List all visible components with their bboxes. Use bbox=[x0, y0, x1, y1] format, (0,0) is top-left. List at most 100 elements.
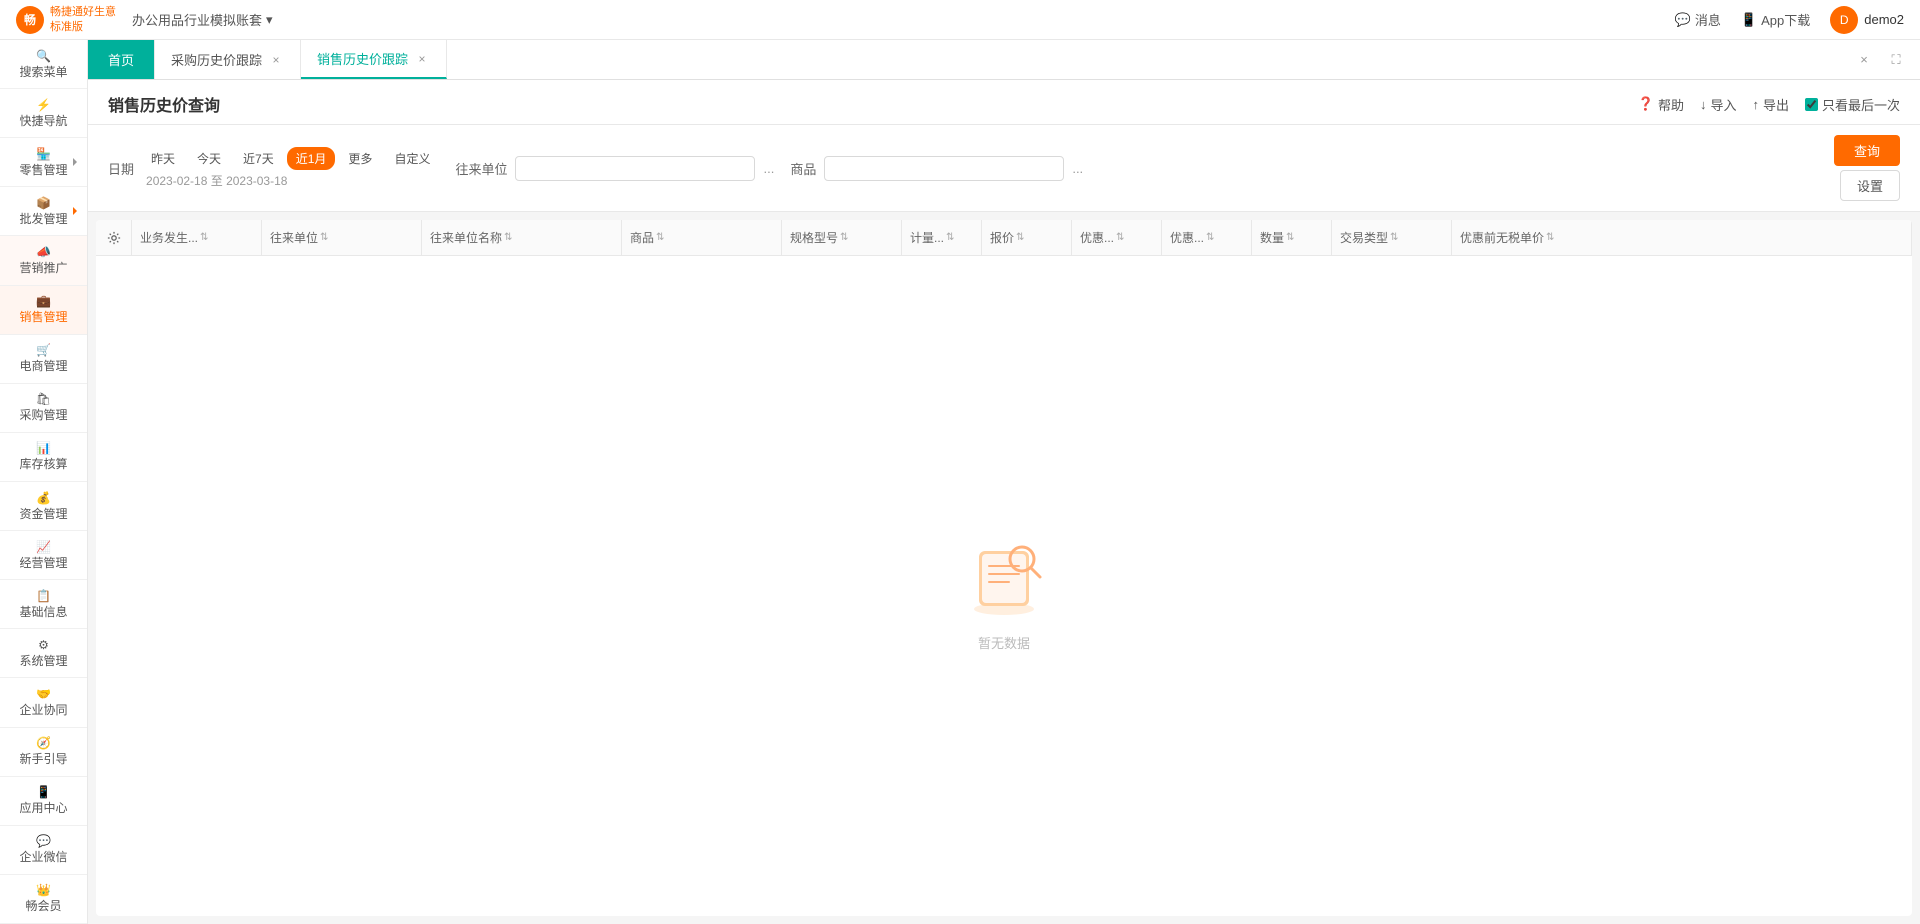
only-last-checkbox[interactable] bbox=[1805, 98, 1818, 111]
sort-icon-unit: ⇅ bbox=[320, 232, 328, 243]
sidebar-item-marketing[interactable]: 📣 营销推广 bbox=[0, 236, 87, 285]
sidebar-item-guide[interactable]: 🧭 新手引导 bbox=[0, 728, 87, 777]
sidebar-item-ecom[interactable]: 🛒 电商管理 bbox=[0, 335, 87, 384]
tab-close-all-btn[interactable]: × bbox=[1852, 48, 1876, 72]
th-spec[interactable]: 规格型号 ⇅ bbox=[782, 220, 902, 255]
top-bar-left: 畅 畅捷通好生意 标准版 办公用品行业模拟账套 ▾ bbox=[16, 5, 281, 34]
header-actions: ❓ 帮助 ↓ 导入 ↑ 导出 只看最后一次 bbox=[1638, 95, 1900, 114]
date-btn-yesterday[interactable]: 昨天 bbox=[142, 147, 184, 170]
tab-home[interactable]: 首页 bbox=[88, 40, 155, 79]
sidebar-item-search[interactable]: 🔍 搜索菜单 bbox=[0, 40, 87, 89]
unit-dots-btn[interactable]: ... bbox=[763, 161, 774, 176]
tab-sales[interactable]: 销售历史价跟踪 × bbox=[301, 40, 447, 79]
unit-label: 往来单位 bbox=[455, 159, 507, 178]
th-discount1[interactable]: 优惠... ⇅ bbox=[1072, 220, 1162, 255]
th-discount2[interactable]: 优惠... ⇅ bbox=[1162, 220, 1252, 255]
unit-filter-group: 往来单位 ... bbox=[455, 156, 774, 181]
user-area[interactable]: D demo2 bbox=[1830, 6, 1904, 34]
unit-input[interactable] bbox=[515, 156, 755, 181]
lightning-icon: ⚡ bbox=[36, 98, 51, 112]
export-btn[interactable]: ↑ 导出 bbox=[1752, 95, 1789, 114]
sort-icon-trade: ⇅ bbox=[1390, 232, 1398, 243]
sidebar-item-basic[interactable]: 📋 基础信息 bbox=[0, 580, 87, 629]
sidebar-item-shortcut[interactable]: ⚡ 快捷导航 bbox=[0, 89, 87, 138]
empty-state: 暂无数据 bbox=[96, 256, 1912, 916]
th-unit-name[interactable]: 往来单位名称 ⇅ bbox=[422, 220, 622, 255]
retail-icon: 🏪 bbox=[36, 147, 51, 161]
date-btn-custom[interactable]: 自定义 bbox=[385, 147, 439, 170]
sidebar-item-enterprise[interactable]: 🤝 企业协同 bbox=[0, 678, 87, 727]
sort-icon-notax: ⇅ bbox=[1546, 232, 1554, 243]
tab-bar-actions: × ⛶ bbox=[1852, 40, 1920, 79]
sidebar-item-appstore[interactable]: 📱 应用中心 bbox=[0, 777, 87, 826]
member-icon: 👑 bbox=[36, 883, 51, 897]
import-btn[interactable]: ↓ 导入 bbox=[1700, 95, 1737, 114]
logo-area: 畅 畅捷通好生意 标准版 bbox=[16, 5, 116, 34]
date-label: 日期 bbox=[108, 159, 134, 178]
sidebar-item-retail[interactable]: 🏪 零售管理 bbox=[0, 138, 87, 187]
sidebar-item-system[interactable]: ⚙ 系统管理 bbox=[0, 629, 87, 678]
help-btn[interactable]: ❓ 帮助 bbox=[1638, 95, 1684, 114]
app-download-action[interactable]: 📱 App下载 bbox=[1741, 10, 1810, 29]
sidebar-item-sales-mgmt[interactable]: 💼 销售管理 bbox=[0, 286, 87, 335]
th-qty[interactable]: 数量 ⇅ bbox=[1252, 220, 1332, 255]
goods-input[interactable] bbox=[824, 156, 1064, 181]
th-settings[interactable] bbox=[96, 220, 132, 255]
import-icon: ↓ bbox=[1700, 97, 1707, 112]
download-icon: 📱 bbox=[1741, 12, 1757, 28]
date-btn-today[interactable]: 今天 bbox=[188, 147, 230, 170]
sidebar-item-member[interactable]: 👑 畅会员 bbox=[0, 875, 87, 924]
sidebar-item-operations[interactable]: 📈 经营管理 bbox=[0, 531, 87, 580]
tab-purchase[interactable]: 采购历史价跟踪 × bbox=[155, 40, 301, 79]
sort-icon-date: ⇅ bbox=[200, 232, 208, 243]
export-icon: ↑ bbox=[1752, 97, 1759, 112]
th-trade[interactable]: 交易类型 ⇅ bbox=[1332, 220, 1452, 255]
message-action[interactable]: 💬 消息 bbox=[1675, 10, 1721, 29]
th-date[interactable]: 业务发生... ⇅ bbox=[132, 220, 262, 255]
th-calc[interactable]: 计量... ⇅ bbox=[902, 220, 982, 255]
empty-text: 暂无数据 bbox=[978, 633, 1030, 652]
th-unit[interactable]: 往来单位 ⇅ bbox=[262, 220, 422, 255]
sort-icon-discount2: ⇅ bbox=[1206, 232, 1214, 243]
goods-label: 商品 bbox=[790, 159, 816, 178]
sidebar-item-finance[interactable]: 💰 资金管理 bbox=[0, 482, 87, 531]
search-button[interactable]: 查询 bbox=[1834, 135, 1900, 166]
sidebar-item-purchase[interactable]: 🛍 采购管理 bbox=[0, 384, 87, 433]
date-btn-1month[interactable]: 近1月 bbox=[287, 147, 336, 170]
basic-icon: 📋 bbox=[36, 589, 51, 603]
sidebar: 🔍 搜索菜单 ⚡ 快捷导航 🏪 零售管理 📦 批发管理 📣 营销推广 💼 销售管… bbox=[0, 40, 88, 924]
goods-dots-btn[interactable]: ... bbox=[1072, 161, 1083, 176]
date-btn-7days[interactable]: 近7天 bbox=[234, 147, 283, 170]
sort-icon-discount1: ⇅ bbox=[1116, 232, 1124, 243]
logo-text: 畅捷通好生意 标准版 bbox=[50, 5, 116, 34]
tab-sales-close[interactable]: × bbox=[414, 51, 430, 67]
page-title: 销售历史价查询 bbox=[108, 92, 220, 116]
tab-expand-btn[interactable]: ⛶ bbox=[1884, 48, 1908, 72]
chevron-down-icon: ▾ bbox=[266, 12, 273, 28]
marketing-icon: 📣 bbox=[36, 245, 51, 259]
app-selector[interactable]: 办公用品行业模拟账套 ▾ bbox=[124, 6, 281, 33]
logo-icon: 畅 bbox=[16, 6, 44, 34]
filter-bar: 日期 昨天 今天 近7天 近1月 更多 自定义 2023-02-18 至 202… bbox=[88, 125, 1920, 212]
help-icon: ❓ bbox=[1638, 96, 1654, 112]
message-icon: 💬 bbox=[1675, 12, 1691, 28]
tab-purchase-close[interactable]: × bbox=[268, 52, 284, 68]
main-layout: 🔍 搜索菜单 ⚡ 快捷导航 🏪 零售管理 📦 批发管理 📣 营销推广 💼 销售管… bbox=[0, 40, 1920, 924]
sidebar-item-wholesale[interactable]: 📦 批发管理 bbox=[0, 187, 87, 236]
th-notax[interactable]: 优惠前无税单价 ⇅ bbox=[1452, 220, 1912, 255]
sidebar-item-inventory[interactable]: 📊 库存核算 bbox=[0, 433, 87, 482]
only-last-checkbox-label[interactable]: 只看最后一次 bbox=[1805, 95, 1900, 114]
appstore-icon: 📱 bbox=[36, 785, 51, 799]
sort-icon-goods: ⇅ bbox=[656, 232, 664, 243]
operations-icon: 📈 bbox=[36, 540, 51, 554]
th-price[interactable]: 报价 ⇅ bbox=[982, 220, 1072, 255]
table-header: 业务发生... ⇅ 往来单位 ⇅ 往来单位名称 ⇅ 商品 ⇅ bbox=[96, 220, 1912, 256]
wholesale-icon: 📦 bbox=[36, 196, 51, 210]
date-btn-more[interactable]: 更多 bbox=[339, 147, 381, 170]
goods-filter-group: 商品 ... bbox=[790, 156, 1083, 181]
th-goods[interactable]: 商品 ⇅ bbox=[622, 220, 782, 255]
inventory-icon: 📊 bbox=[36, 441, 51, 455]
date-shortcuts: 昨天 今天 近7天 近1月 更多 自定义 bbox=[142, 147, 439, 170]
sidebar-item-wechat[interactable]: 💬 企业微信 bbox=[0, 826, 87, 875]
settings-button[interactable]: 设置 bbox=[1840, 170, 1900, 201]
